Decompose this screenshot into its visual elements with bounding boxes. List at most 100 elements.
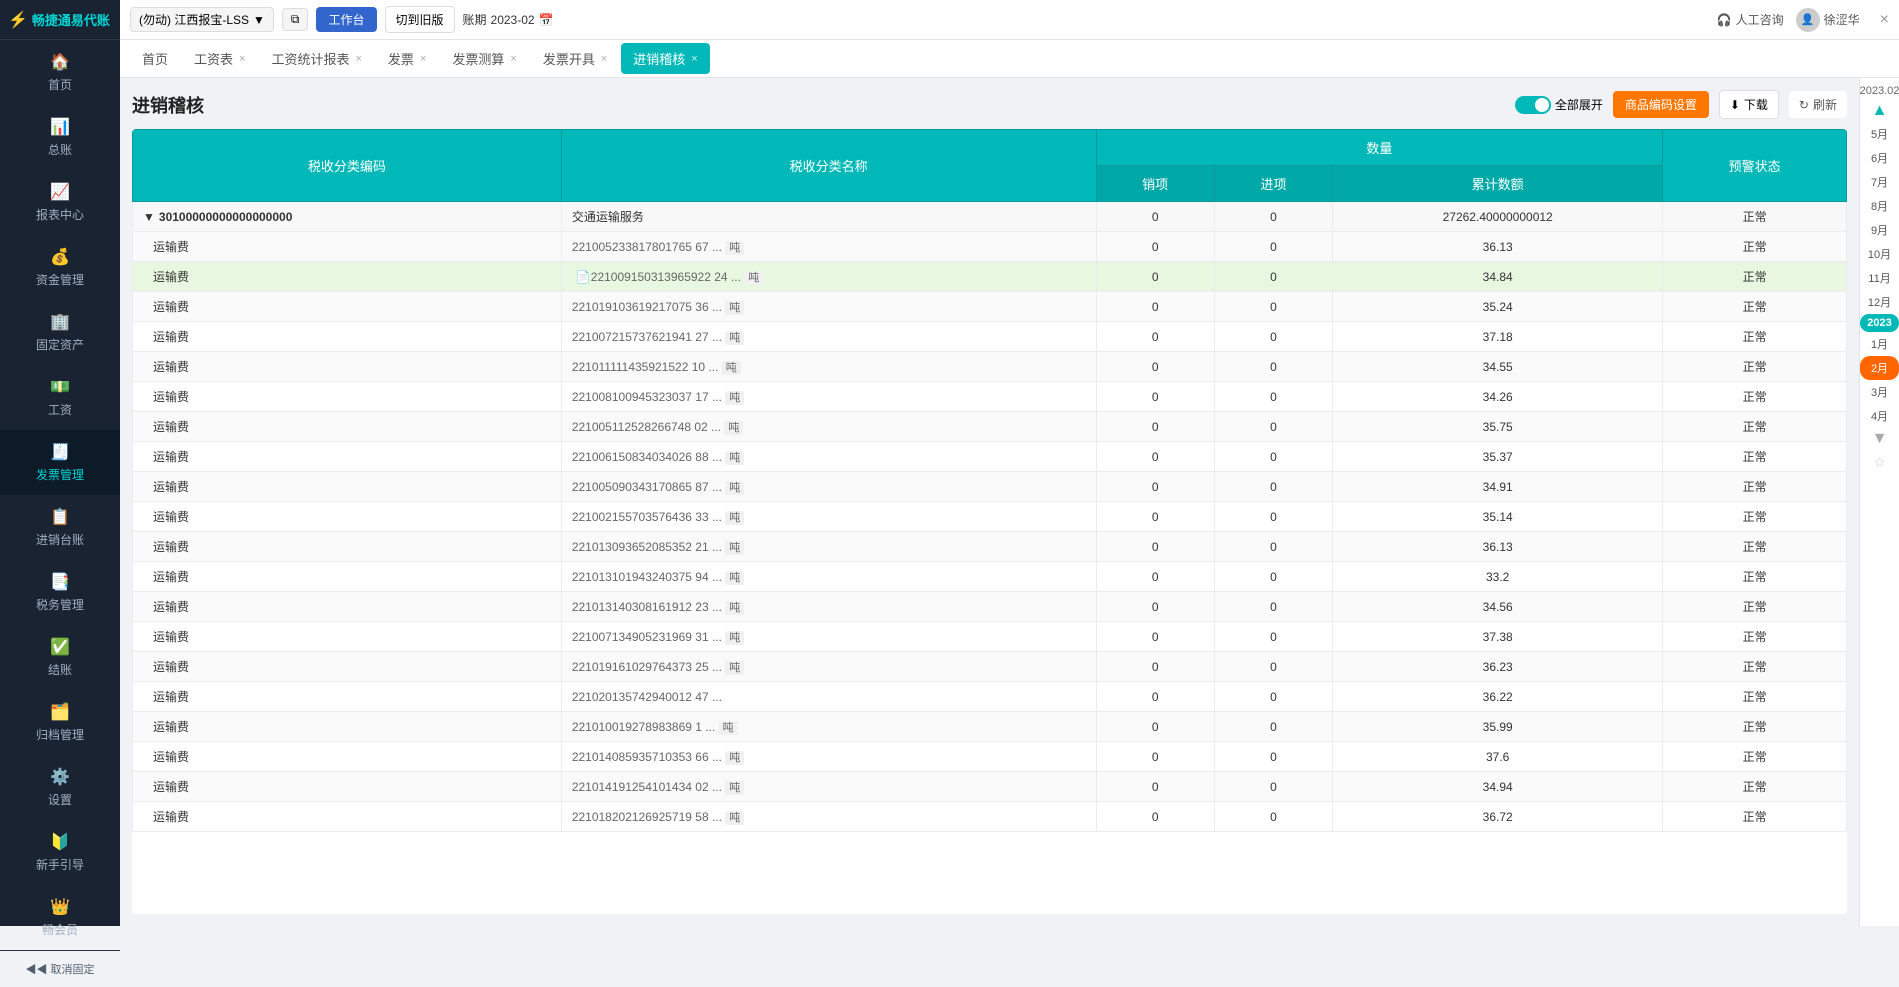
month-2-current[interactable]: 2月 bbox=[1860, 356, 1899, 380]
month-12[interactable]: 12月 bbox=[1860, 290, 1899, 314]
unit-tag: 吨 bbox=[725, 541, 744, 555]
sidebar-item-invoice[interactable]: 🧾 发票管理 bbox=[0, 430, 120, 495]
sidebar-item-tax[interactable]: 📑 税务管理 bbox=[0, 560, 120, 625]
sidebar-item-archive[interactable]: 🗂️ 归档管理 bbox=[0, 690, 120, 755]
close-tab-invoice-issue[interactable]: × bbox=[601, 53, 607, 65]
month-10[interactable]: 10月 bbox=[1860, 242, 1899, 266]
cumulative-val: 36.13 bbox=[1333, 532, 1663, 562]
sales-val: 0 bbox=[1096, 622, 1214, 652]
workbench-button[interactable]: 工作台 bbox=[316, 7, 376, 32]
service-label: 人工咨询 bbox=[1736, 11, 1784, 28]
tab-home[interactable]: 首页 bbox=[130, 43, 180, 74]
cumulative-val: 37.18 bbox=[1333, 322, 1663, 352]
nav-down-button[interactable]: ▼ bbox=[1870, 428, 1890, 450]
table-row[interactable]: 运输费 221006150834034026 88 ... 吨 0 0 35.3… bbox=[133, 442, 1847, 472]
table-row[interactable]: 运输费 221014191254101434 02 ... 吨 0 0 34.9… bbox=[133, 772, 1847, 802]
status-val: 正常 bbox=[1663, 442, 1847, 472]
month-3[interactable]: 3月 bbox=[1860, 380, 1899, 404]
close-button[interactable]: × bbox=[1880, 11, 1889, 29]
tab-payroll-stats[interactable]: 工资统计报表 × bbox=[259, 43, 373, 74]
table-row[interactable]: 运输费 221008100945323037 17 ... 吨 0 0 34.2… bbox=[133, 382, 1847, 412]
row-label: 运输费 bbox=[133, 532, 562, 562]
table-row[interactable]: 运输费 221013093652085352 21 ... 吨 0 0 36.1… bbox=[133, 532, 1847, 562]
close-tab-invoice[interactable]: × bbox=[420, 53, 426, 65]
sidebar-item-assets[interactable]: 🏢 固定资产 bbox=[0, 300, 120, 365]
back-to-old-button[interactable]: 切到旧版 bbox=[385, 6, 455, 33]
sidebar-item-home[interactable]: 🏠 首页 bbox=[0, 40, 120, 105]
row-tax-code: 221007134905231969 31 ... 吨 bbox=[561, 622, 1096, 652]
table-row[interactable]: 运输费 221007215737621941 27 ... 吨 0 0 37.1… bbox=[133, 322, 1847, 352]
row-tax-code: 221007215737621941 27 ... 吨 bbox=[561, 322, 1096, 352]
month-8[interactable]: 8月 bbox=[1860, 194, 1899, 218]
table-row[interactable]: 运输费 221019161029764373 25 ... 吨 0 0 36.2… bbox=[133, 652, 1847, 682]
table-row[interactable]: 运输费 221018202126925719 58 ... 吨 0 0 36.7… bbox=[133, 802, 1847, 832]
sidebar-label-close: 结账 bbox=[48, 661, 72, 678]
table-row[interactable]: 运输费 221011111435921522 10 ... 吨 0 0 34.5… bbox=[133, 352, 1847, 382]
unit-tag: 吨 bbox=[722, 361, 741, 375]
sidebar-item-sales-ledger[interactable]: 📋 进销台账 bbox=[0, 495, 120, 560]
table-row[interactable]: 运输费 221020135742940012 47 ... 0 0 36.22 … bbox=[133, 682, 1847, 712]
nav-up-button[interactable]: ▲ bbox=[1870, 100, 1890, 122]
purchase-val: 0 bbox=[1214, 592, 1332, 622]
year-2023[interactable]: 2023 bbox=[1860, 314, 1899, 332]
close-tab-payroll[interactable]: × bbox=[239, 53, 245, 65]
table-row[interactable]: 运输费 221002155703576436 33 ... 吨 0 0 35.1… bbox=[133, 502, 1847, 532]
sidebar-item-fund[interactable]: 💰 资金管理 bbox=[0, 235, 120, 300]
sidebar-item-salary[interactable]: 💵 工资 bbox=[0, 365, 120, 430]
tab-invoice-issue[interactable]: 发票开具 × bbox=[531, 43, 619, 74]
row-label: 运输费 bbox=[133, 352, 562, 382]
month-1[interactable]: 1月 bbox=[1860, 332, 1899, 356]
month-7[interactable]: 7月 bbox=[1860, 170, 1899, 194]
copy-button[interactable]: ⧉ bbox=[282, 8, 309, 31]
row-label: 运输费 bbox=[133, 472, 562, 502]
refresh-button[interactable]: ↻ 刷新 bbox=[1789, 91, 1847, 118]
month-9[interactable]: 9月 bbox=[1860, 218, 1899, 242]
close-tab-sales-audit[interactable]: × bbox=[691, 53, 697, 65]
table-row[interactable]: 运输费 221013101943240375 94 ... 吨 0 0 33.2… bbox=[133, 562, 1847, 592]
sidebar-item-ledger[interactable]: 📊 总账 bbox=[0, 105, 120, 170]
table-row[interactable]: 运输费 221010019278983869 1 ... 吨 0 0 35.99… bbox=[133, 712, 1847, 742]
sidebar-item-close-accounts[interactable]: ✅ 结账 bbox=[0, 625, 120, 690]
cumulative-val: 34.26 bbox=[1333, 382, 1663, 412]
table-row[interactable]: ▼30100000000000000000 交通运输服务 0 0 27262.4… bbox=[133, 202, 1847, 232]
table-row[interactable]: 运输费 221005090343170865 87 ... 吨 0 0 34.9… bbox=[133, 472, 1847, 502]
row-tax-code: 📄221009150313965922 24 ... 吨 bbox=[561, 262, 1096, 292]
month-11[interactable]: 11月 bbox=[1860, 266, 1899, 290]
download-button[interactable]: ⬇ 下载 bbox=[1719, 90, 1779, 119]
month-4[interactable]: 4月 bbox=[1860, 404, 1899, 428]
sidebar-item-report[interactable]: 📈 报表中心 bbox=[0, 170, 120, 235]
cumulative-val: 36.72 bbox=[1333, 802, 1663, 832]
user-profile[interactable]: 👤 徐涩华 bbox=[1796, 8, 1860, 32]
close-tab-invoice-calc[interactable]: × bbox=[510, 53, 516, 65]
star-icon[interactable]: ☆ bbox=[1869, 450, 1890, 475]
table-row[interactable]: 运输费 221007134905231969 31 ... 吨 0 0 37.3… bbox=[133, 622, 1847, 652]
sidebar-item-member[interactable]: 👑 畅会员 bbox=[0, 885, 120, 950]
table-row[interactable]: 运输费 221019103619217075 36 ... 吨 0 0 35.2… bbox=[133, 292, 1847, 322]
tab-sales-audit[interactable]: 进销稽核 × bbox=[621, 43, 709, 74]
sidebar-label-tax: 税务管理 bbox=[36, 596, 84, 613]
tab-invoice-calc[interactable]: 发票测算 × bbox=[440, 43, 528, 74]
table-row[interactable]: 运输费 221013140308161912 23 ... 吨 0 0 34.5… bbox=[133, 592, 1847, 622]
expand-all-toggle[interactable] bbox=[1515, 96, 1551, 114]
sidebar-unpin[interactable]: ◀◀ 取消固定 bbox=[0, 950, 120, 987]
table-row[interactable]: 运输费 221005112528266748 02 ... 吨 0 0 35.7… bbox=[133, 412, 1847, 442]
sidebar: ⚡ 畅捷通易代账 🏠 首页 📊 总账 📈 报表中心 💰 资金管理 🏢 固定资产 … bbox=[0, 0, 120, 926]
table-row[interactable]: 运输费 221014085935710353 66 ... 吨 0 0 37.6… bbox=[133, 742, 1847, 772]
period-display: 账期 2023-02 📅 bbox=[463, 11, 554, 28]
month-5[interactable]: 5月 bbox=[1860, 122, 1899, 146]
sidebar-item-guide[interactable]: 🔰 新手引导 bbox=[0, 820, 120, 885]
tab-sales-audit-label: 进销稽核 bbox=[633, 49, 685, 68]
table-row[interactable]: 运输费 📄221009150313965922 24 ... 吨 0 0 34.… bbox=[133, 262, 1847, 292]
row-tax-code: 221008100945323037 17 ... 吨 bbox=[561, 382, 1096, 412]
month-6[interactable]: 6月 bbox=[1860, 146, 1899, 170]
commodity-code-button[interactable]: 商品编码设置 bbox=[1613, 91, 1709, 118]
table-row[interactable]: 运输费 221005233817801765 67 ... 吨 0 0 36.1… bbox=[133, 232, 1847, 262]
sidebar-item-settings[interactable]: ⚙️ 设置 bbox=[0, 755, 120, 820]
sidebar-label-report: 报表中心 bbox=[36, 206, 84, 223]
customer-service[interactable]: 🎧 人工咨询 bbox=[1717, 11, 1784, 28]
company-selector[interactable]: (勿动) 江西报宝-LSS ▼ bbox=[130, 7, 274, 32]
tab-payroll[interactable]: 工资表 × bbox=[182, 43, 257, 74]
close-tab-payroll-stats[interactable]: × bbox=[355, 53, 361, 65]
tab-invoice[interactable]: 发票 × bbox=[376, 43, 438, 74]
cumulative-val: 35.37 bbox=[1333, 442, 1663, 472]
